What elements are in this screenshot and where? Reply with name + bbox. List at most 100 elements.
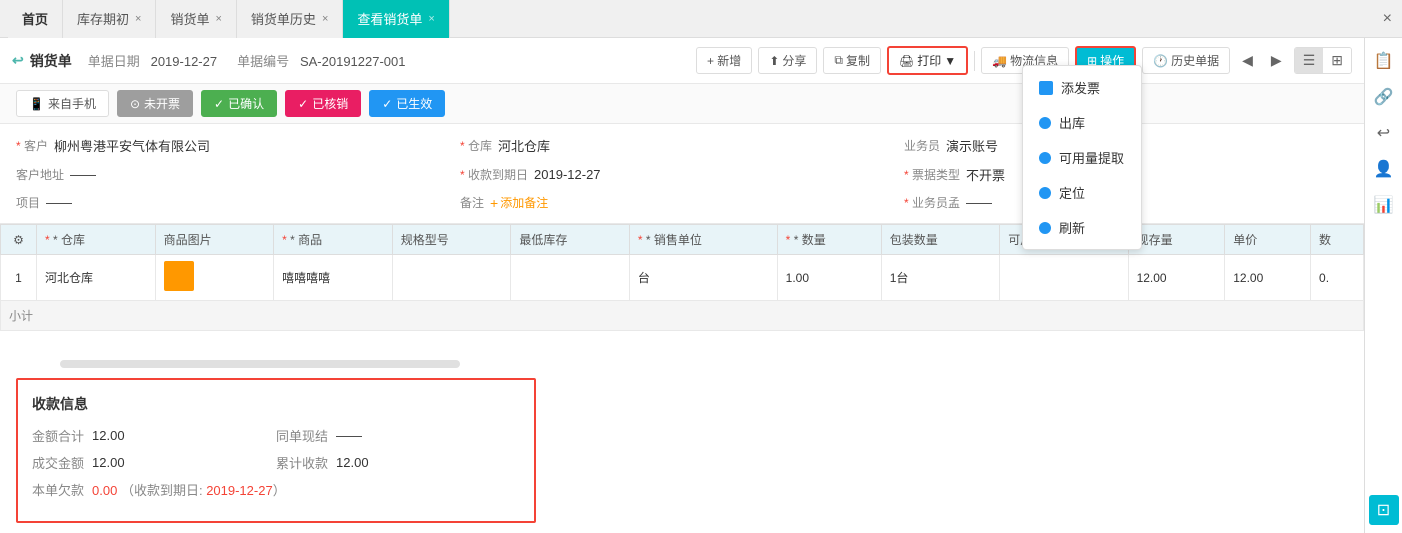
same-order-settle-label: 同单现结: [276, 426, 328, 445]
not-opened-label: 未开票: [144, 95, 180, 112]
tab-inventory-init-close[interactable]: ×: [135, 13, 141, 25]
col-current-stock: 现存量: [1128, 225, 1225, 255]
salesperson2-value: ——: [966, 195, 992, 210]
nav-next-button[interactable]: ▶: [1265, 48, 1288, 73]
ticket-type-label: 票据类型: [904, 166, 960, 183]
share-label: 分享: [782, 52, 806, 69]
doc-title: ↩ 销货单: [12, 51, 72, 71]
outbound-label: 出库: [1059, 113, 1085, 132]
view-toggle: ☰ ⊞: [1294, 47, 1352, 74]
tab-home[interactable]: 首页: [8, 0, 63, 38]
tab-sales-history-label: 销货单历史: [251, 9, 316, 28]
product-image: [164, 261, 194, 291]
from-phone-label: 来自手机: [48, 95, 96, 112]
row-current-stock: 12.00: [1128, 255, 1225, 301]
col-product-img: 商品图片: [155, 225, 274, 255]
col-unit-price: 单价: [1225, 225, 1311, 255]
tab-sales-history[interactable]: 销货单历史 ×: [237, 0, 343, 38]
menu-outbound[interactable]: 出库: [1023, 105, 1141, 140]
note-label: 备注: [460, 194, 484, 211]
expand-button[interactable]: ⊡: [1369, 495, 1399, 525]
from-phone-button[interactable]: 📱 来自手机: [16, 90, 109, 117]
project-field: 项目 ——: [16, 194, 460, 211]
history-button[interactable]: 🕐 历史单据: [1142, 47, 1230, 74]
row-product: 嘻嘻嘻嘻: [274, 255, 393, 301]
sold-out-button[interactable]: ✓ 已核销: [285, 90, 361, 117]
project-value: ——: [46, 195, 72, 210]
warehouse-label: 仓库: [460, 137, 492, 154]
copy-button[interactable]: ⧉ 复制: [823, 47, 881, 74]
customer-field: 客户 柳州粤港平安气体有限公司: [16, 136, 460, 155]
col-amount: 数: [1311, 225, 1364, 255]
col-unit: * * 销售单位: [629, 225, 777, 255]
arrears-note-end: ）: [273, 483, 286, 498]
menu-locate[interactable]: 定位: [1023, 175, 1141, 210]
print-label: 打印: [917, 52, 941, 69]
horizontal-scrollbar[interactable]: [60, 360, 460, 368]
tab-view-sales-close[interactable]: ×: [428, 13, 434, 25]
right-sidebar: 📋 🔗 ↩ 👤 📊 ⊡: [1364, 38, 1402, 533]
subtotal-label: 小计: [1, 301, 1364, 331]
menu-add-invoice[interactable]: 添发票: [1023, 70, 1141, 105]
confirm-button[interactable]: ✓ 已确认: [201, 90, 277, 117]
row-quantity: 1.00: [777, 255, 881, 301]
not-opened-icon: ⊙: [130, 97, 140, 111]
sales-order-icon: ↩: [12, 52, 24, 69]
toolbar-divider: [974, 51, 975, 71]
sidebar-icon-2[interactable]: 🔗: [1369, 82, 1399, 112]
add-note-button[interactable]: 添加备注: [490, 194, 548, 211]
sidebar-icon-1[interactable]: 📋: [1369, 46, 1399, 76]
view-grid-icon[interactable]: ⊞: [1323, 48, 1351, 73]
date-label-text: 单据日期: [88, 54, 140, 69]
arrears-label: 本单欠款: [32, 480, 84, 499]
gear-icon[interactable]: ⚙: [13, 233, 24, 247]
row-index: 1: [1, 255, 37, 301]
same-order-settle-value: ——: [336, 428, 362, 443]
sidebar-icon-4[interactable]: 👤: [1369, 154, 1399, 184]
arrears-item: 本单欠款 0.00 （收款到期日: 2019-12-27）: [32, 480, 520, 499]
row-min-stock: [511, 255, 630, 301]
confirm-label: 已确认: [228, 95, 264, 112]
col-min-stock: 最低库存: [511, 225, 630, 255]
table-row: 1 河北仓库 嘻嘻嘻嘻 台 1.00 1台 12.00 12.00: [1, 255, 1364, 301]
doc-type-label: 销货单: [30, 51, 72, 71]
add-invoice-label: 添发票: [1061, 78, 1100, 97]
col-quantity: * * 数量: [777, 225, 881, 255]
due-date-value: 2019-12-27: [534, 167, 601, 182]
refresh-icon: [1039, 222, 1051, 234]
form-row-1: 客户 柳州粤港平安气体有限公司 仓库 河北仓库 业务员 演示账号: [16, 136, 1348, 155]
tab-sales-history-close[interactable]: ×: [322, 13, 328, 25]
row-product-img: [155, 255, 274, 301]
sidebar-icon-3[interactable]: ↩: [1369, 118, 1399, 148]
tab-sales-order[interactable]: 销货单 ×: [156, 0, 236, 38]
sidebar-icon-5[interactable]: 📊: [1369, 190, 1399, 220]
col-gear: ⚙: [1, 225, 37, 255]
tab-home-label: 首页: [22, 9, 48, 28]
tab-sales-order-close[interactable]: ×: [215, 13, 221, 25]
menu-refresh[interactable]: 刷新: [1023, 210, 1141, 245]
customer-value: 柳州粤港平安气体有限公司: [54, 136, 210, 155]
print-button[interactable]: 🖨 打印 ▼: [887, 46, 968, 75]
window-close-button[interactable]: ×: [1383, 10, 1392, 28]
add-invoice-icon: [1039, 81, 1053, 95]
tab-view-sales[interactable]: 查看销货单 ×: [343, 0, 449, 38]
tab-inventory-init[interactable]: 库存期初 ×: [63, 0, 156, 38]
row-spec: [392, 255, 511, 301]
salesperson-value: 演示账号: [946, 136, 998, 155]
print-icon: 🖨: [899, 54, 914, 68]
address-label: 客户地址: [16, 166, 64, 183]
total-label: 金额合计: [32, 426, 84, 445]
confirm-icon: ✓: [214, 97, 224, 111]
copy-label: 复制: [846, 52, 870, 69]
effective-icon: ✓: [382, 97, 392, 111]
summary-row-3: 本单欠款 0.00 （收款到期日: 2019-12-27）: [32, 480, 520, 499]
new-button[interactable]: + 新增: [696, 47, 752, 74]
nav-prev-button[interactable]: ◀: [1236, 48, 1259, 73]
share-button[interactable]: ⬆ 分享: [758, 47, 817, 74]
history-icon: 🕐: [1153, 54, 1168, 68]
effective-button[interactable]: ✓ 已生效: [369, 90, 445, 117]
effective-label: 已生效: [396, 95, 432, 112]
view-list-icon[interactable]: ☰: [1295, 48, 1324, 73]
menu-available-pickup[interactable]: 可用量提取: [1023, 140, 1141, 175]
not-opened-button[interactable]: ⊙ 未开票: [117, 90, 193, 117]
